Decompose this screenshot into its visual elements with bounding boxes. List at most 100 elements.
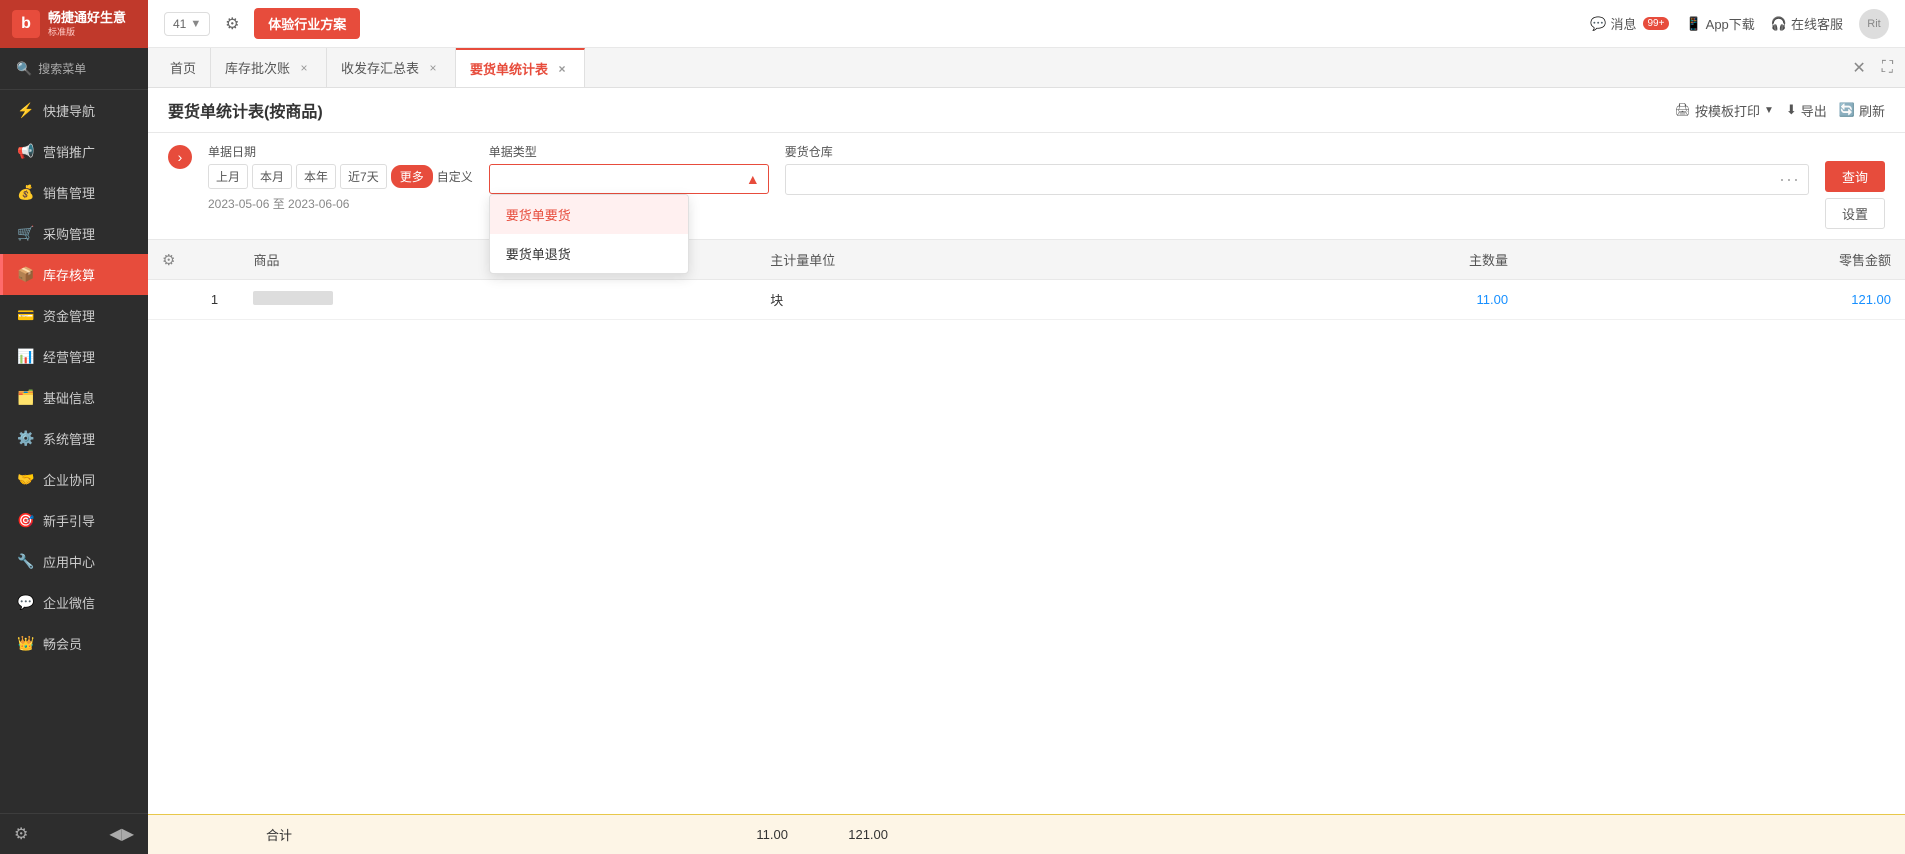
purchase-icon: 🛒 [17, 225, 35, 243]
row-unit-cell: 块 [756, 280, 1201, 320]
tab-close-window-btn[interactable]: ✕ [1848, 58, 1869, 78]
app-download-icon: 📱 [1685, 16, 1701, 32]
enterprise-icon: 🤝 [17, 471, 35, 489]
sidebar-item-label: 系统管理 [43, 429, 95, 448]
header-right: 💬 消息 99+ 📱 App下载 🎧 在线客服 Rit [1590, 9, 1889, 39]
filter-type-dropdown[interactable]: ▲ [489, 164, 769, 194]
sidebar-item-operation[interactable]: 📊 经营管理 [0, 336, 148, 377]
online-service-label: 在线客服 [1791, 14, 1843, 33]
type-dropdown-menu: 要货单要货 要货单退货 [489, 194, 689, 274]
footer-total-amount: 121.00 [848, 827, 888, 842]
print-btn[interactable]: 🖨 按模板打印 ▼ [1674, 101, 1773, 120]
date-custom-btn[interactable]: 自定义 [437, 168, 473, 185]
brand-title: 畅捷通好生意 [48, 10, 126, 27]
sidebar-item-shortcut[interactable]: ⚡ 快捷导航 [0, 90, 148, 131]
top-header: 41 ▼ ⚙ 体验行业方案 💬 消息 99+ 📱 App下载 🎧 在线客服 Ri… [148, 0, 1905, 48]
sidebar-item-guide[interactable]: 🎯 新手引导 [0, 500, 148, 541]
search-menu-btn[interactable]: 🔍 搜索菜单 [10, 56, 138, 81]
sidebar-item-member[interactable]: 👑 畅会员 [0, 623, 148, 664]
query-btn[interactable]: 查询 [1825, 161, 1885, 192]
row-quantity-cell: 11.00 [1201, 280, 1522, 320]
filter-toggle-btn[interactable]: › [168, 145, 192, 169]
refresh-btn[interactable]: 🔄 刷新 [1839, 101, 1885, 120]
col-settings-header: ⚙ [148, 240, 189, 280]
sidebar-item-label: 营销推广 [43, 142, 95, 161]
inventory-icon: 📦 [17, 266, 35, 284]
sidebar-logo: b 畅捷通好生意 标准版 [0, 0, 148, 48]
sidebar-item-wechat[interactable]: 💬 企业微信 [0, 582, 148, 623]
sidebar-item-label: 畅会员 [43, 634, 82, 653]
service-icon: 🎧 [1771, 16, 1787, 32]
filter-actions: 查询 设置 [1825, 143, 1885, 229]
date-last-month-btn[interactable]: 上月 [208, 164, 248, 189]
store-selector[interactable]: 41 ▼ [164, 12, 210, 36]
online-service-btn[interactable]: 🎧 在线客服 [1771, 14, 1843, 33]
collapse-icon[interactable]: ◀▶ [109, 824, 134, 844]
date-this-month-btn[interactable]: 本月 [252, 164, 292, 189]
header-settings-btn[interactable]: ⚙ [218, 10, 246, 38]
chevron-down-icon: ▼ [1764, 105, 1774, 116]
sidebar-item-basic[interactable]: 🗂️ 基础信息 [0, 377, 148, 418]
tab-label: 首页 [170, 58, 196, 77]
sidebar-item-label: 基础信息 [43, 388, 95, 407]
export-btn[interactable]: ⬇ 导出 [1786, 101, 1827, 120]
tab-home[interactable]: 首页 [156, 48, 211, 87]
sidebar-item-label: 销售管理 [43, 183, 95, 202]
brand-tag: 标准版 [48, 27, 126, 39]
amount-link[interactable]: 121.00 [1851, 292, 1891, 307]
tab-close-icon[interactable]: × [296, 60, 312, 76]
data-table: ⚙ 商品 主计量单位 主数量 零售金额 1 [148, 240, 1905, 320]
basic-icon: 🗂️ [17, 389, 35, 407]
dropdown-item-return[interactable]: 要货单退货 [490, 234, 688, 273]
sales-icon: 💰 [17, 184, 35, 202]
tab-maximize-btn[interactable]: ⛶ [1878, 59, 1897, 77]
tab-close-icon[interactable]: × [554, 61, 570, 77]
sidebar-item-sales[interactable]: 💰 销售管理 [0, 172, 148, 213]
filter-date-label: 单据日期 [208, 143, 473, 160]
table-header: ⚙ 商品 主计量单位 主数量 零售金额 [148, 240, 1905, 280]
date-7days-btn[interactable]: 近7天 [340, 164, 387, 189]
column-settings-icon[interactable]: ⚙ [162, 252, 175, 269]
sidebar-item-marketing[interactable]: 📢 营销推广 [0, 131, 148, 172]
sidebar-item-finance[interactable]: 💳 资金管理 [0, 295, 148, 336]
sidebar-item-label: 经营管理 [43, 347, 95, 366]
date-more-btn[interactable]: 更多 [391, 165, 433, 188]
table-footer: 合计 11.00 121.00 [148, 814, 1905, 854]
tab-order-summary[interactable]: 要货单统计表 × [456, 48, 585, 87]
sidebar-item-appstore[interactable]: 🔧 应用中心 [0, 541, 148, 582]
trial-btn[interactable]: 体验行业方案 [254, 8, 360, 39]
settings-btn[interactable]: 设置 [1825, 198, 1885, 229]
tab-receive-summary[interactable]: 收发存汇总表 × [327, 48, 456, 87]
quantity-link[interactable]: 11.00 [1476, 292, 1508, 307]
app-download-label: App下载 [1706, 14, 1755, 33]
user-avatar[interactable]: Rit [1859, 9, 1889, 39]
row-index-cell: 1 [189, 280, 239, 320]
row-product-cell [239, 280, 756, 320]
filter-type-field: 单据类型 ▲ 要货单要货 要货单退货 [489, 143, 769, 194]
dropdown-item-order[interactable]: 要货单要货 [490, 195, 688, 234]
sidebar: b 畅捷通好生意 标准版 🔍 搜索菜单 ⚡ 快捷导航 📢 营销推广 💰 销售管理… [0, 0, 148, 854]
message-btn[interactable]: 💬 消息 99+ [1590, 14, 1669, 33]
settings-icon[interactable]: ⚙ [14, 824, 28, 844]
footer-quantity-cell: 11.00 [702, 827, 802, 842]
footer-label-cell: 合计 [252, 825, 582, 844]
tab-close-icon[interactable]: × [425, 60, 441, 76]
filter-bar: › 单据日期 上月 本月 本年 近7天 更多 自定义 [148, 133, 1905, 240]
sidebar-item-system[interactable]: ⚙️ 系统管理 [0, 418, 148, 459]
store-num: 41 [173, 17, 186, 31]
tab-inventory-batch[interactable]: 库存批次账 × [211, 48, 327, 87]
filter-warehouse-field: 要货仓库 ··· [785, 143, 1809, 195]
sidebar-item-inventory[interactable]: 📦 库存核算 [0, 254, 148, 295]
message-icon: 💬 [1590, 16, 1606, 32]
sidebar-search[interactable]: 🔍 搜索菜单 [0, 48, 148, 90]
footer-cols: 合计 11.00 121.00 [162, 825, 1891, 844]
operation-icon: 📊 [17, 348, 35, 366]
member-icon: 👑 [17, 635, 35, 653]
app-download-btn[interactable]: 📱 App下载 [1685, 14, 1754, 33]
sidebar-item-purchase[interactable]: 🛒 采购管理 [0, 213, 148, 254]
sidebar-item-enterprise[interactable]: 🤝 企业协同 [0, 459, 148, 500]
tab-bar-actions: ✕ ⛶ [1848, 58, 1897, 78]
filter-warehouse-dropdown[interactable]: ··· [785, 164, 1809, 195]
marketing-icon: 📢 [17, 143, 35, 161]
date-this-year-btn[interactable]: 本年 [296, 164, 336, 189]
